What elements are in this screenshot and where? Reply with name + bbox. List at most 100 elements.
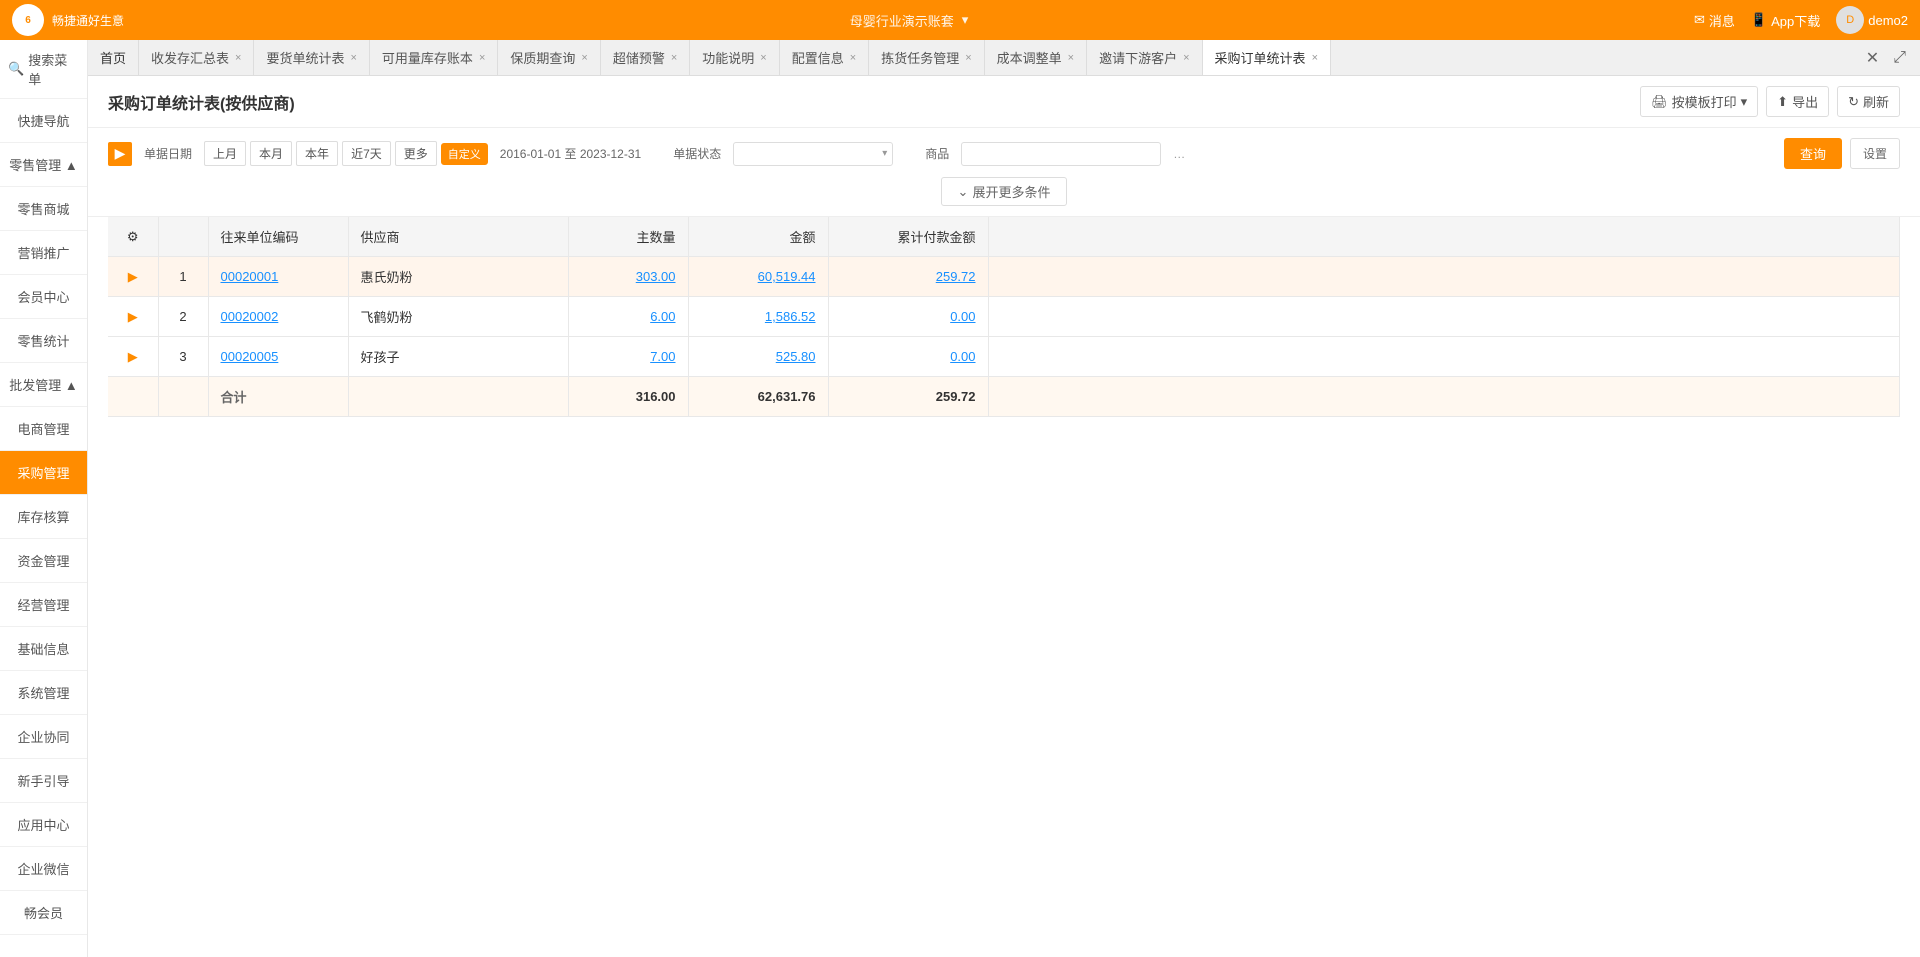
row-extra <box>988 337 1900 377</box>
row-expand[interactable]: ▶ <box>108 297 158 337</box>
row-amount[interactable]: 1,586.52 <box>688 297 828 337</box>
template-print-btn[interactable]: 🖨 按模板打印 ▾ <box>1640 86 1758 117</box>
row-qty[interactable]: 6.00 <box>568 297 688 337</box>
tab-receive-send-close[interactable]: × <box>235 52 241 64</box>
status-select[interactable] <box>733 142 893 166</box>
sidebar-item-operations[interactable]: 经营管理 <box>0 583 87 627</box>
export-icon: ⬆ <box>1777 94 1788 110</box>
sidebar-item-marketing[interactable]: 营销推广 <box>0 231 87 275</box>
sidebar-item-corp-collab[interactable]: 企业协同 <box>0 715 87 759</box>
date-btn-custom[interactable]: 自定义 <box>441 143 488 165</box>
col-settings-header[interactable]: ⚙ <box>108 217 158 257</box>
col-code-header: 往来单位编码 <box>208 217 348 257</box>
date-btn-this-month[interactable]: 本月 <box>250 141 292 166</box>
row-paid[interactable]: 0.00 <box>828 297 988 337</box>
goods-input[interactable] <box>961 142 1161 166</box>
tab-overstock-close[interactable]: × <box>671 52 677 64</box>
tab-purchase-stat[interactable]: 采购订单统计表 × <box>1203 40 1331 76</box>
tab-cost-adjust-close[interactable]: × <box>1068 52 1074 64</box>
tab-invite-downstream-close[interactable]: × <box>1183 52 1189 64</box>
row-code[interactable]: 00020001 <box>208 257 348 297</box>
goods-more-btn[interactable]: … <box>1173 147 1185 161</box>
row-paid[interactable]: 0.00 <box>828 337 988 377</box>
sidebar-item-quick-nav[interactable]: 快捷导航 <box>0 99 87 143</box>
sidebar-item-finance[interactable]: 资金管理 <box>0 539 87 583</box>
sidebar-item-ecommerce[interactable]: 电商管理 <box>0 407 87 451</box>
date-btn-last-month[interactable]: 上月 <box>204 141 246 166</box>
user-profile[interactable]: D demo2 <box>1836 6 1908 34</box>
date-btn-7days[interactable]: 近7天 <box>342 141 391 166</box>
date-btn-this-year[interactable]: 本年 <box>296 141 338 166</box>
tab-receive-send[interactable]: 收发存汇总表 × <box>139 40 254 76</box>
tab-expiry-query[interactable]: 保质期查询 × <box>498 40 600 76</box>
table-row[interactable]: ▶ 3 00020005 好孩子 7.00 525.80 0.00 <box>108 337 1900 377</box>
sidebar-item-new-guide[interactable]: 新手引导 <box>0 759 87 803</box>
workspace-selector[interactable]: 母婴行业演示账套 ▾ <box>850 11 969 30</box>
status-filter-label: 单据状态 <box>673 145 721 162</box>
sidebar-item-corp-wechat[interactable]: 企业微信 <box>0 847 87 891</box>
sidebar-item-inventory[interactable]: 库存核算 <box>0 495 87 539</box>
workspace-dropdown-icon[interactable]: ▾ <box>962 12 969 28</box>
row-amount[interactable]: 60,519.44 <box>688 257 828 297</box>
row-supplier[interactable]: 惠氏奶粉 <box>348 257 568 297</box>
sidebar-search[interactable]: 🔍 搜索菜单 <box>0 40 87 99</box>
topbar-left: 6 畅捷通好生意 <box>12 4 124 36</box>
tab-purchase-stat-close[interactable]: × <box>1312 52 1318 64</box>
message-btn[interactable]: ✉ 消息 <box>1694 11 1735 30</box>
sidebar-item-member[interactable]: 会员中心 <box>0 275 87 319</box>
sidebar-item-purchase[interactable]: 采购管理 <box>0 451 87 495</box>
refresh-btn[interactable]: ↻ 刷新 <box>1837 86 1900 117</box>
row-supplier[interactable]: 好孩子 <box>348 337 568 377</box>
message-label: 消息 <box>1709 11 1735 30</box>
col-settings-icon[interactable]: ⚙ <box>127 229 139 244</box>
tab-available-inventory-close[interactable]: × <box>479 52 485 64</box>
table-row[interactable]: ▶ 2 00020002 飞鹤奶粉 6.00 1,586.52 0.00 <box>108 297 1900 337</box>
footer-extra <box>988 377 1900 417</box>
row-amount[interactable]: 525.80 <box>688 337 828 377</box>
settings-btn[interactable]: 设置 <box>1850 138 1900 169</box>
sidebar-item-retail-mall[interactable]: 零售商城 <box>0 187 87 231</box>
row-code[interactable]: 00020002 <box>208 297 348 337</box>
tab-available-inventory[interactable]: 可用量库存账本 × <box>370 40 498 76</box>
row-qty[interactable]: 303.00 <box>568 257 688 297</box>
table-row[interactable]: ▶ 1 00020001 惠氏奶粉 303.00 60,519.44 259.7… <box>108 257 1900 297</box>
tab-overstock[interactable]: 超储预警 × <box>601 40 690 76</box>
app-download-btn[interactable]: 📱 App下载 <box>1751 11 1820 30</box>
row-paid[interactable]: 259.72 <box>828 257 988 297</box>
sidebar-item-retail-stat[interactable]: 零售统计 <box>0 319 87 363</box>
tab-func-desc-close[interactable]: × <box>760 52 766 64</box>
expand-tabs-btn[interactable]: ⤢ <box>1887 47 1912 69</box>
row-expand[interactable]: ▶ <box>108 337 158 377</box>
query-btn[interactable]: 查询 <box>1784 138 1842 169</box>
date-btn-more[interactable]: 更多 <box>395 141 437 166</box>
sidebar-item-vip-member[interactable]: 畅会员 <box>0 891 87 935</box>
sidebar-item-basic-info[interactable]: 基础信息 <box>0 627 87 671</box>
sidebar-item-retail-mgmt[interactable]: 零售管理 ▲ <box>0 143 87 187</box>
tab-config-info[interactable]: 配置信息 × <box>780 40 869 76</box>
tab-func-desc[interactable]: 功能说明 × <box>690 40 779 76</box>
row-supplier[interactable]: 飞鹤奶粉 <box>348 297 568 337</box>
sidebar-item-sys-mgmt[interactable]: 系统管理 <box>0 671 87 715</box>
tab-pick-task[interactable]: 拣货任务管理 × <box>869 40 984 76</box>
row-code[interactable]: 00020005 <box>208 337 348 377</box>
tab-invite-downstream[interactable]: 邀请下游客户 × <box>1087 40 1202 76</box>
tab-home[interactable]: 首页 <box>88 40 139 76</box>
filter-toggle-btn[interactable]: ▶ <box>108 142 132 166</box>
sidebar-item-app-center[interactable]: 应用中心 <box>0 803 87 847</box>
tab-requisition-close[interactable]: × <box>350 52 356 64</box>
tab-requisition[interactable]: 要货单统计表 × <box>254 40 369 76</box>
tab-pick-task-close[interactable]: × <box>965 52 971 64</box>
row-qty[interactable]: 7.00 <box>568 337 688 377</box>
tab-config-info-close[interactable]: × <box>850 52 856 64</box>
row-expand[interactable]: ▶ <box>108 257 158 297</box>
date-range-display: 2016-01-01 至 2023-12-31 <box>500 145 641 162</box>
row-num: 1 <box>158 257 208 297</box>
export-btn[interactable]: ⬆ 导出 <box>1766 86 1829 117</box>
tab-expiry-query-close[interactable]: × <box>581 52 587 64</box>
page-title: 采购订单统计表(按供应商) <box>108 90 295 114</box>
status-select-wrapper[interactable]: ▾ <box>733 142 893 166</box>
close-tab-btn[interactable]: ✕ <box>1860 46 1885 70</box>
expand-conditions-btn[interactable]: ⌄ 展开更多条件 <box>941 177 1068 206</box>
tab-cost-adjust[interactable]: 成本调整单 × <box>985 40 1087 76</box>
sidebar-item-wholesale[interactable]: 批发管理 ▲ <box>0 363 87 407</box>
